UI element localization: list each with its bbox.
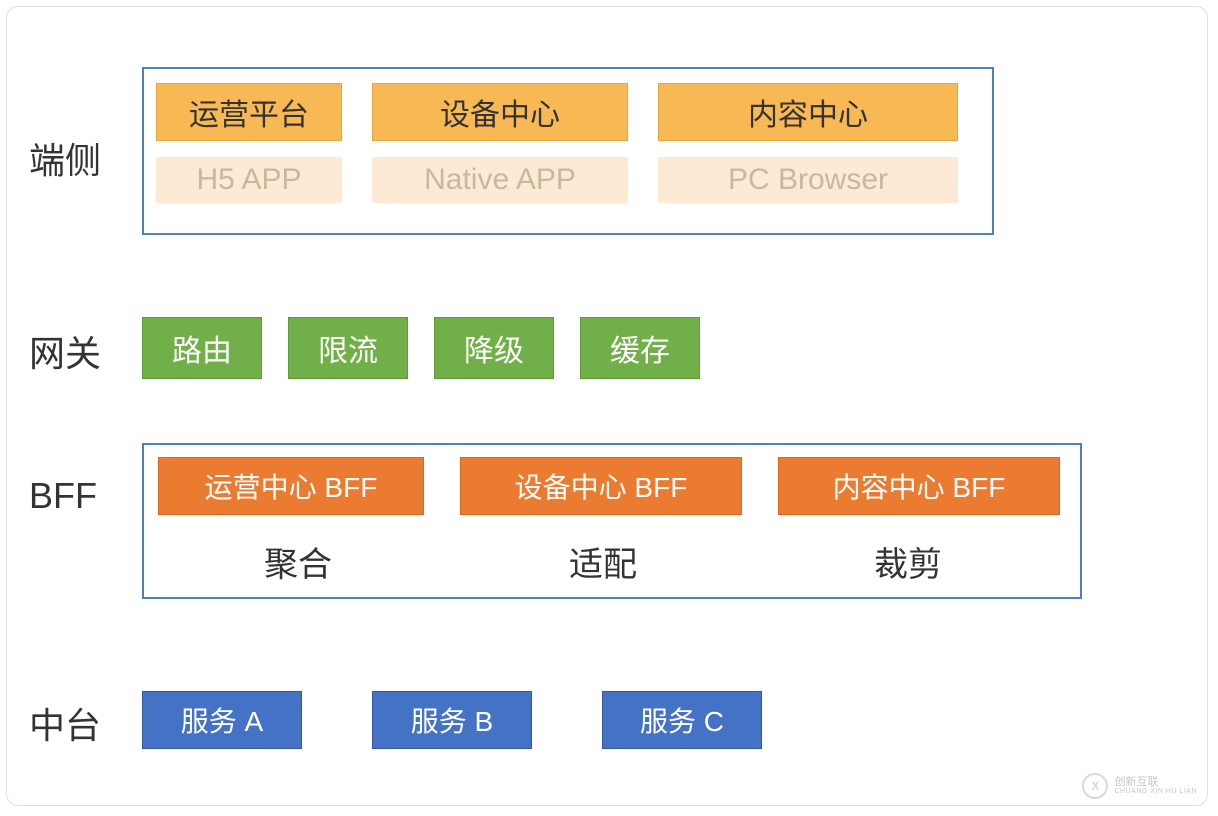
mp-row-label: 中台 (29, 697, 101, 749)
client-sub-h5: H5 APP (156, 157, 342, 203)
bff-item-ops: 运营中心 BFF (158, 457, 424, 515)
client-sub-row: H5 APP Native APP PC Browser (156, 157, 980, 203)
client-sub-native: Native APP (372, 157, 628, 203)
gateway-item-cache: 缓存 (580, 317, 700, 379)
mp-group: 服务 A 服务 B 服务 C (142, 691, 762, 749)
bff-concept-adapt: 适配 (438, 537, 768, 586)
bff-concept-aggregate: 聚合 (158, 537, 438, 586)
client-row-label: 端侧 (29, 132, 101, 184)
bff-inner-row: 运营中心 BFF 设备中心 BFF 内容中心 BFF (158, 457, 1066, 515)
client-group: 运营平台 设备中心 内容中心 H5 APP Native APP PC Brow… (142, 67, 994, 235)
watermark-sub: CHUANG XIN HU LIAN (1114, 788, 1197, 796)
client-header-ops: 运营平台 (156, 83, 342, 141)
watermark-logo-icon: X (1082, 773, 1108, 799)
gateway-item-degrade: 降级 (434, 317, 554, 379)
client-header-device: 设备中心 (372, 83, 628, 141)
mp-service-a: 服务 A (142, 691, 302, 749)
bff-item-device: 设备中心 BFF (460, 457, 742, 515)
client-header-content: 内容中心 (658, 83, 958, 141)
diagram-frame: 端侧 运营平台 设备中心 内容中心 H5 APP Native APP PC B… (6, 6, 1208, 806)
bff-concepts-row: 聚合 适配 裁剪 (158, 537, 1066, 586)
bff-concept-trim: 裁剪 (768, 537, 1048, 586)
watermark: X 创新互联 CHUANG XIN HU LIAN (1082, 773, 1197, 799)
client-sub-pc: PC Browser (658, 157, 958, 203)
gateway-row-label: 网关 (29, 325, 101, 377)
mp-service-b: 服务 B (372, 691, 532, 749)
watermark-brand: 创新互联 (1114, 776, 1197, 788)
gateway-item-route: 路由 (142, 317, 262, 379)
gateway-item-limit: 限流 (288, 317, 408, 379)
bff-item-content: 内容中心 BFF (778, 457, 1060, 515)
bff-row-label: BFF (29, 475, 97, 517)
gateway-group: 路由 限流 降级 缓存 (142, 317, 700, 379)
client-header-row: 运营平台 设备中心 内容中心 (156, 83, 980, 141)
mp-service-c: 服务 C (602, 691, 762, 749)
bff-group: 运营中心 BFF 设备中心 BFF 内容中心 BFF 聚合 适配 裁剪 (142, 443, 1082, 599)
